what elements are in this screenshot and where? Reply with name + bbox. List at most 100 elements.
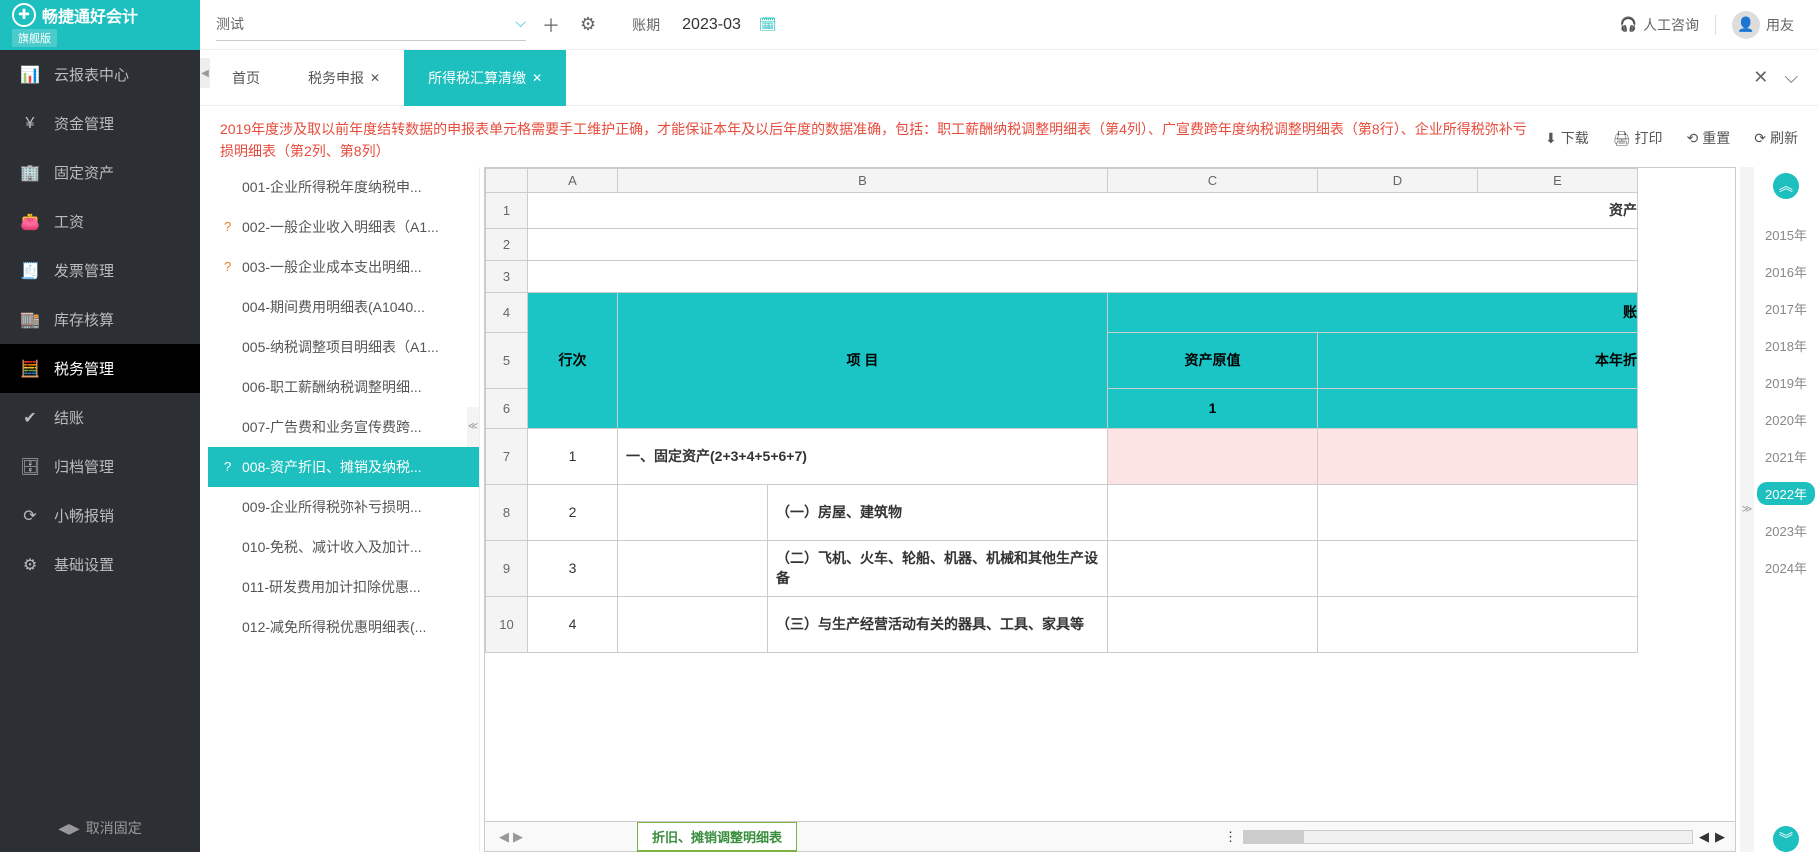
sidebar: ◀ 📊云报表中心¥资金管理🏢固定资产👛工资🧾发票管理🏬库存核算🧮税务管理✔结账🗄…	[0, 50, 200, 852]
form-item-11[interactable]: 012-减免所得税优惠明细表(...	[208, 607, 479, 647]
year-2017年[interactable]: 2017年	[1759, 297, 1813, 320]
cell-val1-7[interactable]	[1108, 428, 1318, 484]
cell-proj-10[interactable]: （三）与生产经营活动有关的器具、工具、家具等	[768, 596, 1108, 652]
print-button[interactable]: 🖨打印	[1613, 128, 1663, 148]
tab-more[interactable]: ⌵	[1780, 63, 1802, 92]
sidebar-item-7[interactable]: ✔结账	[0, 393, 200, 442]
form-item-5[interactable]: 006-职工薪酬纳税调整明细...	[208, 367, 479, 407]
year-2020年[interactable]: 2020年	[1759, 408, 1813, 431]
sidebar-icon: 📊	[20, 65, 40, 85]
form-item-2[interactable]: ?003-一般企业成本支出明细...	[208, 247, 479, 287]
tab-close-icon[interactable]: ✕	[532, 71, 542, 85]
sidebar-item-9[interactable]: ⟳小畅报销	[0, 491, 200, 540]
sidebar-item-10[interactable]: ⚙基础设置	[0, 540, 200, 589]
sheet-nav-prev[interactable]: ▶	[513, 829, 523, 845]
download-button[interactable]: ⬇下载	[1545, 128, 1589, 148]
form-item-1[interactable]: ?002-一般企业收入明细表（A1...	[208, 207, 479, 247]
spreadsheet: ABCDE1资产234 行次 项 目 账5 资产原值 本年折6 1 71一、固定…	[484, 167, 1736, 852]
download-icon: ⬇	[1545, 130, 1557, 147]
year-2021年[interactable]: 2021年	[1759, 445, 1813, 468]
sidebar-item-1[interactable]: ¥资金管理	[0, 99, 200, 148]
cell-proj-7[interactable]: 一、固定资产(2+3+4+5+6+7)	[618, 428, 1108, 484]
sidebar-icon: 🗄	[20, 457, 40, 477]
scroll-right[interactable]: ▶	[1715, 829, 1725, 845]
sidebar-label: 云报表中心	[54, 64, 129, 85]
cell-proj-8[interactable]: （一）房屋、建筑物	[768, 484, 1108, 540]
tab-close-all[interactable]: ✕	[1749, 63, 1772, 92]
sheet-nav-first[interactable]: ◀	[499, 829, 509, 845]
col-head-E: E	[1478, 168, 1638, 192]
sheet-tab[interactable]: 折旧、摊销调整明细表	[637, 822, 797, 852]
cell-val2-9[interactable]	[1318, 540, 1638, 596]
sidebar-item-3[interactable]: 👛工资	[0, 197, 200, 246]
help-icon: ?	[224, 259, 238, 274]
support-link[interactable]: 🎧 人工咨询	[1620, 15, 1699, 35]
sidebar-label: 工资	[54, 211, 84, 232]
year-2022年[interactable]: 2022年	[1757, 482, 1815, 505]
calendar-icon[interactable]: 🗓	[759, 16, 777, 33]
cell-val1-8[interactable]	[1108, 484, 1318, 540]
form-item-4[interactable]: 005-纳税调整项目明细表（A1...	[208, 327, 479, 367]
cell-val1-10[interactable]	[1108, 596, 1318, 652]
form-item-6[interactable]: 007-广告费和业务宣传费跨...	[208, 407, 479, 447]
cell-hx-8[interactable]: 2	[528, 484, 618, 540]
year-2024年[interactable]: 2024年	[1759, 556, 1813, 579]
sidebar-icon: ⚙	[20, 555, 40, 575]
sidebar-item-0[interactable]: 📊 云报表中心	[0, 50, 200, 99]
sidebar-icon: 🏬	[20, 310, 40, 330]
cell-val2-8[interactable]	[1318, 484, 1638, 540]
sidebar-item-6[interactable]: 🧮税务管理	[0, 344, 200, 393]
cell-hx-9[interactable]: 3	[528, 540, 618, 596]
help-icon: ?	[224, 219, 238, 234]
form-list-collapse[interactable]: ≪	[467, 407, 479, 447]
add-button[interactable]: ＋	[538, 8, 564, 42]
panel-expand[interactable]: ≫	[1740, 167, 1754, 852]
cell-val1-9[interactable]	[1108, 540, 1318, 596]
sidebar-item-4[interactable]: 🧾发票管理	[0, 246, 200, 295]
cell-val2-10[interactable]	[1318, 596, 1638, 652]
tab-close-icon[interactable]: ✕	[370, 71, 380, 85]
cell-val2-7[interactable]	[1318, 428, 1638, 484]
form-item-7[interactable]: ?008-资产折旧、摊销及纳税...	[208, 447, 479, 487]
sidebar-item-2[interactable]: 🏢固定资产	[0, 148, 200, 197]
year-up[interactable]: ︽	[1773, 173, 1799, 199]
year-2019年[interactable]: 2019年	[1759, 371, 1813, 394]
user-menu[interactable]: 👤 用友	[1732, 11, 1794, 39]
col-head-D: D	[1318, 168, 1478, 192]
settings-icon[interactable]: ⚙	[576, 10, 600, 39]
form-item-0[interactable]: 001-企业所得税年度纳税申...	[208, 167, 479, 207]
sidebar-icon: ¥	[20, 115, 40, 133]
form-item-8[interactable]: 009-企业所得税弥补亏损明...	[208, 487, 479, 527]
year-2018年[interactable]: 2018年	[1759, 334, 1813, 357]
tab-2[interactable]: 所得税汇算清缴✕	[404, 50, 566, 106]
org-dropdown[interactable]: 测试 ⌵	[216, 8, 526, 41]
refresh-button[interactable]: ⟳刷新	[1754, 128, 1798, 148]
cell-proj-9[interactable]: （二）飞机、火车、轮船、机器、机械和其他生产设备	[768, 540, 1108, 596]
year-2023年[interactable]: 2023年	[1759, 519, 1813, 542]
avatar: 👤	[1732, 11, 1760, 39]
sidebar-item-5[interactable]: 🏬 库存核算	[0, 295, 200, 344]
year-2015年[interactable]: 2015年	[1759, 223, 1813, 246]
cell-hx-10[interactable]: 4	[528, 596, 618, 652]
sidebar-collapse[interactable]: ◀	[200, 58, 210, 88]
sidebar-label: 库存核算	[54, 309, 114, 330]
reset-button[interactable]: ⟲重置	[1687, 128, 1731, 148]
form-item-3[interactable]: 004-期间费用明细表(A1040...	[208, 287, 479, 327]
form-item-10[interactable]: 011-研发费用加计扣除优惠...	[208, 567, 479, 607]
sheet-title: 资产	[528, 192, 1638, 228]
year-down[interactable]: ︾	[1773, 826, 1799, 852]
sheet-tab-menu[interactable]: ⋮	[1224, 829, 1237, 845]
hdr-group: 账	[1108, 292, 1638, 332]
hdr-project: 项 目	[618, 292, 1108, 428]
tab-0[interactable]: 首页	[208, 50, 284, 106]
h-scrollbar[interactable]	[1243, 830, 1693, 844]
sidebar-item-8[interactable]: 🗄归档管理	[0, 442, 200, 491]
scroll-left[interactable]: ◀	[1699, 829, 1709, 845]
year-rail: ︽ 2015年 2016年 2017年 2018年 2019年 2020年 2021年 202…	[1754, 167, 1818, 852]
tab-1[interactable]: 税务申报✕	[284, 50, 404, 106]
cell-hx-7[interactable]: 1	[528, 428, 618, 484]
year-2016年[interactable]: 2016年	[1759, 260, 1813, 283]
print-icon: 🖨	[1613, 130, 1631, 147]
form-item-9[interactable]: 010-免税、减计收入及加计...	[208, 527, 479, 567]
unpin-button[interactable]: ◀▶ 取消固定	[0, 804, 200, 852]
